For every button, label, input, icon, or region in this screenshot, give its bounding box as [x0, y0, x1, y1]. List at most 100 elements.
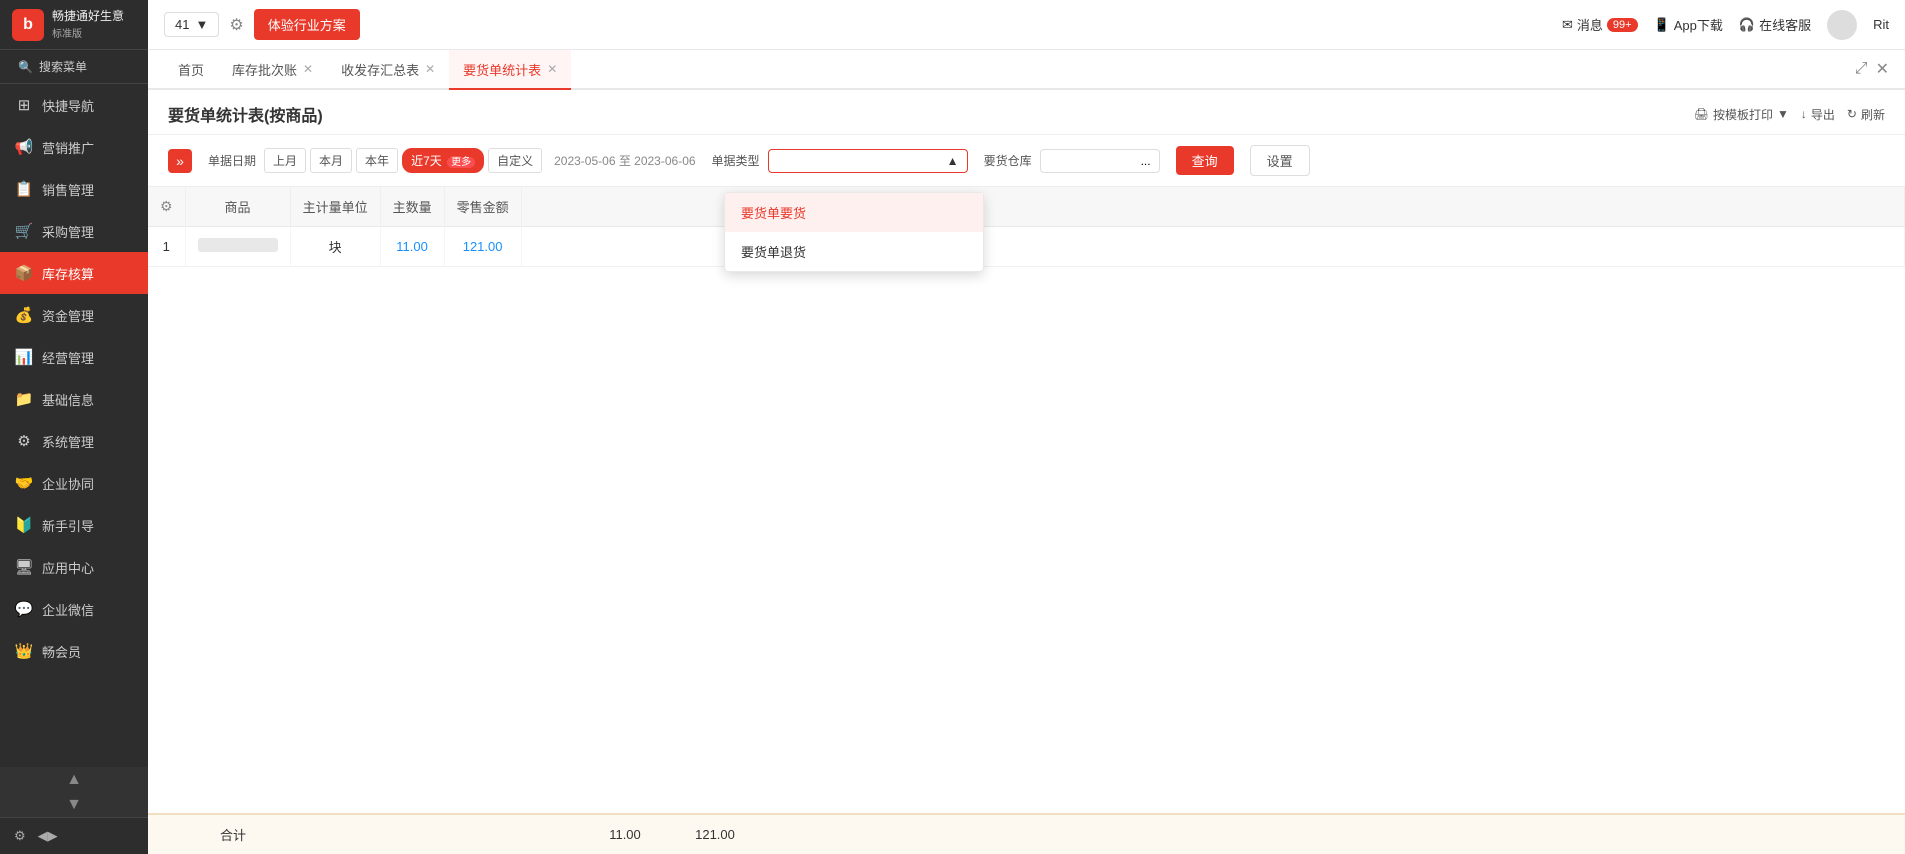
- sidebar-collapse-btn[interactable]: ◀▶: [38, 828, 58, 844]
- trial-button[interactable]: 体验行业方案: [254, 9, 360, 40]
- sidebar-item-wechat[interactable]: 💬 企业微信: [0, 588, 148, 630]
- sidebar-search[interactable]: 🔍 搜索菜单: [0, 50, 148, 84]
- th-quantity: 主数量: [380, 187, 444, 227]
- page-header: 要货单统计表(按商品) 🖨 按模板打印 ▼ ↓ 导出 ↻ 刷新: [148, 90, 1905, 135]
- filter-expand-btn[interactable]: »: [168, 149, 192, 173]
- td-unit: 块: [290, 227, 380, 267]
- company-selector[interactable]: 41 ▼: [164, 12, 219, 37]
- sidebar-item-quick-nav[interactable]: ⊞ 快捷导航: [0, 84, 148, 126]
- sidebar-item-purchase[interactable]: 🛒 采购管理: [0, 210, 148, 252]
- page-content: 要货单统计表(按商品) 🖨 按模板打印 ▼ ↓ 导出 ↻ 刷新 »: [148, 90, 1905, 854]
- dropdown-item-order-goods[interactable]: 要货单要货: [725, 193, 983, 232]
- refresh-btn[interactable]: ↻ 刷新: [1847, 106, 1885, 123]
- date-filter-group: 单据日期 上月 本月 本年 近7天 更多 自定义 2023-05-06 至 20…: [208, 148, 696, 173]
- print-btn[interactable]: 🖨 按模板打印 ▼: [1694, 106, 1789, 123]
- date-filter-label: 单据日期: [208, 152, 256, 169]
- messages-btn[interactable]: ✉ 消息 99+: [1562, 15, 1638, 34]
- date-btn-custom[interactable]: 自定义: [488, 148, 542, 173]
- sidebar-settings-btn[interactable]: ⚙: [14, 828, 26, 844]
- wechat-icon: 💬: [14, 599, 34, 619]
- sidebar-item-basic[interactable]: 📁 基础信息: [0, 378, 148, 420]
- warehouse-filter-label: 要货仓库: [984, 152, 1032, 169]
- online-service-btn[interactable]: 🎧 在线客服: [1739, 15, 1811, 34]
- sidebar-item-finance[interactable]: 💰 资金管理: [0, 294, 148, 336]
- table-header-row: ⚙ 商品 主计量单位 主数量 零售金额: [148, 187, 1905, 227]
- date-btn-7days[interactable]: 近7天 更多: [402, 148, 484, 173]
- sidebar-item-apps[interactable]: 🖥 应用中心: [0, 546, 148, 588]
- td-quantity[interactable]: 11.00: [380, 227, 444, 267]
- quick-nav-icon: ⊞: [14, 95, 34, 115]
- basic-icon: 📁: [14, 389, 34, 409]
- td-no: 1: [148, 227, 185, 267]
- app-logo-icon: b: [12, 9, 44, 41]
- date-btn-last-month[interactable]: 上月: [264, 148, 306, 173]
- tab-home[interactable]: 首页: [164, 50, 218, 90]
- tab-close-order[interactable]: ✕: [547, 62, 557, 76]
- data-table: ⚙ 商品 主计量单位 主数量 零售金额 1: [148, 187, 1905, 267]
- sidebar-scroll-up[interactable]: ▼: [0, 793, 148, 817]
- sidebar-footer: ⚙ ◀▶: [0, 817, 148, 854]
- topbar: 41 ▼ ⚙ 体验行业方案 ✉ 消息 99+ 📱 App下载 🎧 在线客服 Ri…: [148, 0, 1905, 50]
- warehouse-select[interactable]: ...: [1040, 149, 1160, 173]
- sidebar-item-system[interactable]: ⚙ 系统管理: [0, 420, 148, 462]
- date-btn-this-month[interactable]: 本月: [310, 148, 352, 173]
- td-amount[interactable]: 121.00: [444, 227, 521, 267]
- print-chevron-icon: ▼: [1777, 107, 1789, 121]
- tab-maximize-icon[interactable]: ⤢: [1855, 60, 1868, 78]
- tab-bar: 首页 库存批次账 ✕ 收发存汇总表 ✕ 要货单统计表 ✕ ⤢ ✕: [148, 50, 1905, 90]
- query-button[interactable]: 查询: [1176, 146, 1234, 175]
- page-title: 要货单统计表(按商品): [168, 102, 323, 126]
- sidebar-item-inventory[interactable]: 📦 库存核算: [0, 252, 148, 294]
- tab-close-inventory-batch[interactable]: ✕: [303, 62, 313, 76]
- tab-order-summary[interactable]: 要货单统计表 ✕: [449, 50, 571, 90]
- type-filter-select[interactable]: ▲: [768, 149, 968, 173]
- user-avatar[interactable]: [1827, 10, 1857, 40]
- sidebar-item-enterprise[interactable]: 🤝 企业协同: [0, 462, 148, 504]
- sidebar: b 畅捷通好生意 标准版 🔍 搜索菜单 ⊞ 快捷导航 📢 营销推广 📋 销售管理…: [0, 0, 148, 854]
- operations-icon: 📊: [14, 347, 34, 367]
- sidebar-item-sales[interactable]: 📋 销售管理: [0, 168, 148, 210]
- finance-icon: 💰: [14, 305, 34, 325]
- sidebar-item-operations[interactable]: 📊 经营管理: [0, 336, 148, 378]
- message-icon: ✉: [1562, 17, 1573, 33]
- type-filter-group: 单据类型 ▲: [712, 149, 968, 173]
- topbar-gear-icon[interactable]: ⚙: [229, 15, 243, 35]
- footer-quantity: 11.00: [580, 827, 670, 842]
- marketing-icon: 📢: [14, 137, 34, 157]
- purchase-icon: 🛒: [14, 221, 34, 241]
- tab-inventory-batch[interactable]: 库存批次账 ✕: [218, 50, 327, 90]
- headset-icon: 🎧: [1739, 17, 1755, 33]
- product-placeholder: [198, 238, 278, 252]
- tab-close-all-icon[interactable]: ✕: [1876, 59, 1889, 79]
- date-btn-this-year[interactable]: 本年: [356, 148, 398, 173]
- sidebar-scroll-down[interactable]: ▲: [0, 767, 148, 793]
- date-range-text: 2023-05-06 至 2023-06-06: [554, 152, 695, 169]
- topbar-left: 41 ▼ ⚙ 体验行业方案: [164, 9, 360, 40]
- sidebar-item-member[interactable]: 👑 畅会员: [0, 630, 148, 672]
- sidebar-logo: b 畅捷通好生意 标准版: [0, 0, 148, 50]
- export-btn[interactable]: ↓ 导出: [1801, 106, 1835, 123]
- sidebar-item-marketing[interactable]: 📢 营销推广: [0, 126, 148, 168]
- phone-icon: 📱: [1654, 17, 1670, 33]
- sidebar-item-guide[interactable]: 🔰 新手引导: [0, 504, 148, 546]
- type-dropdown-menu: 要货单要货 要货单退货: [724, 192, 984, 272]
- table-settings-icon[interactable]: ⚙: [160, 198, 173, 214]
- footer-amount: 121.00: [670, 827, 760, 842]
- user-name: Rit: [1873, 17, 1889, 32]
- print-icon: 🖨: [1694, 107, 1709, 121]
- page-header-actions: 🖨 按模板打印 ▼ ↓ 导出 ↻ 刷新: [1694, 106, 1885, 123]
- topbar-right: ✉ 消息 99+ 📱 App下载 🎧 在线客服 Rit: [1562, 10, 1889, 40]
- sales-icon: 📋: [14, 179, 34, 199]
- enterprise-icon: 🤝: [14, 473, 34, 493]
- more-badge: 更多: [447, 157, 475, 168]
- refresh-icon: ↻: [1847, 107, 1857, 121]
- app-download-btn[interactable]: 📱 App下载: [1654, 15, 1723, 34]
- dropdown-item-order-return[interactable]: 要货单退货: [725, 232, 983, 271]
- warehouse-filter-group: 要货仓库 ...: [984, 149, 1160, 173]
- th-settings[interactable]: ⚙: [148, 187, 185, 227]
- tab-close-receivable[interactable]: ✕: [425, 62, 435, 76]
- settings-button[interactable]: 设置: [1250, 145, 1310, 176]
- tab-receivable-summary[interactable]: 收发存汇总表 ✕: [327, 50, 449, 90]
- date-btns: 上月 本月 本年 近7天 更多 自定义: [264, 148, 542, 173]
- footer-label: 合计: [160, 825, 580, 844]
